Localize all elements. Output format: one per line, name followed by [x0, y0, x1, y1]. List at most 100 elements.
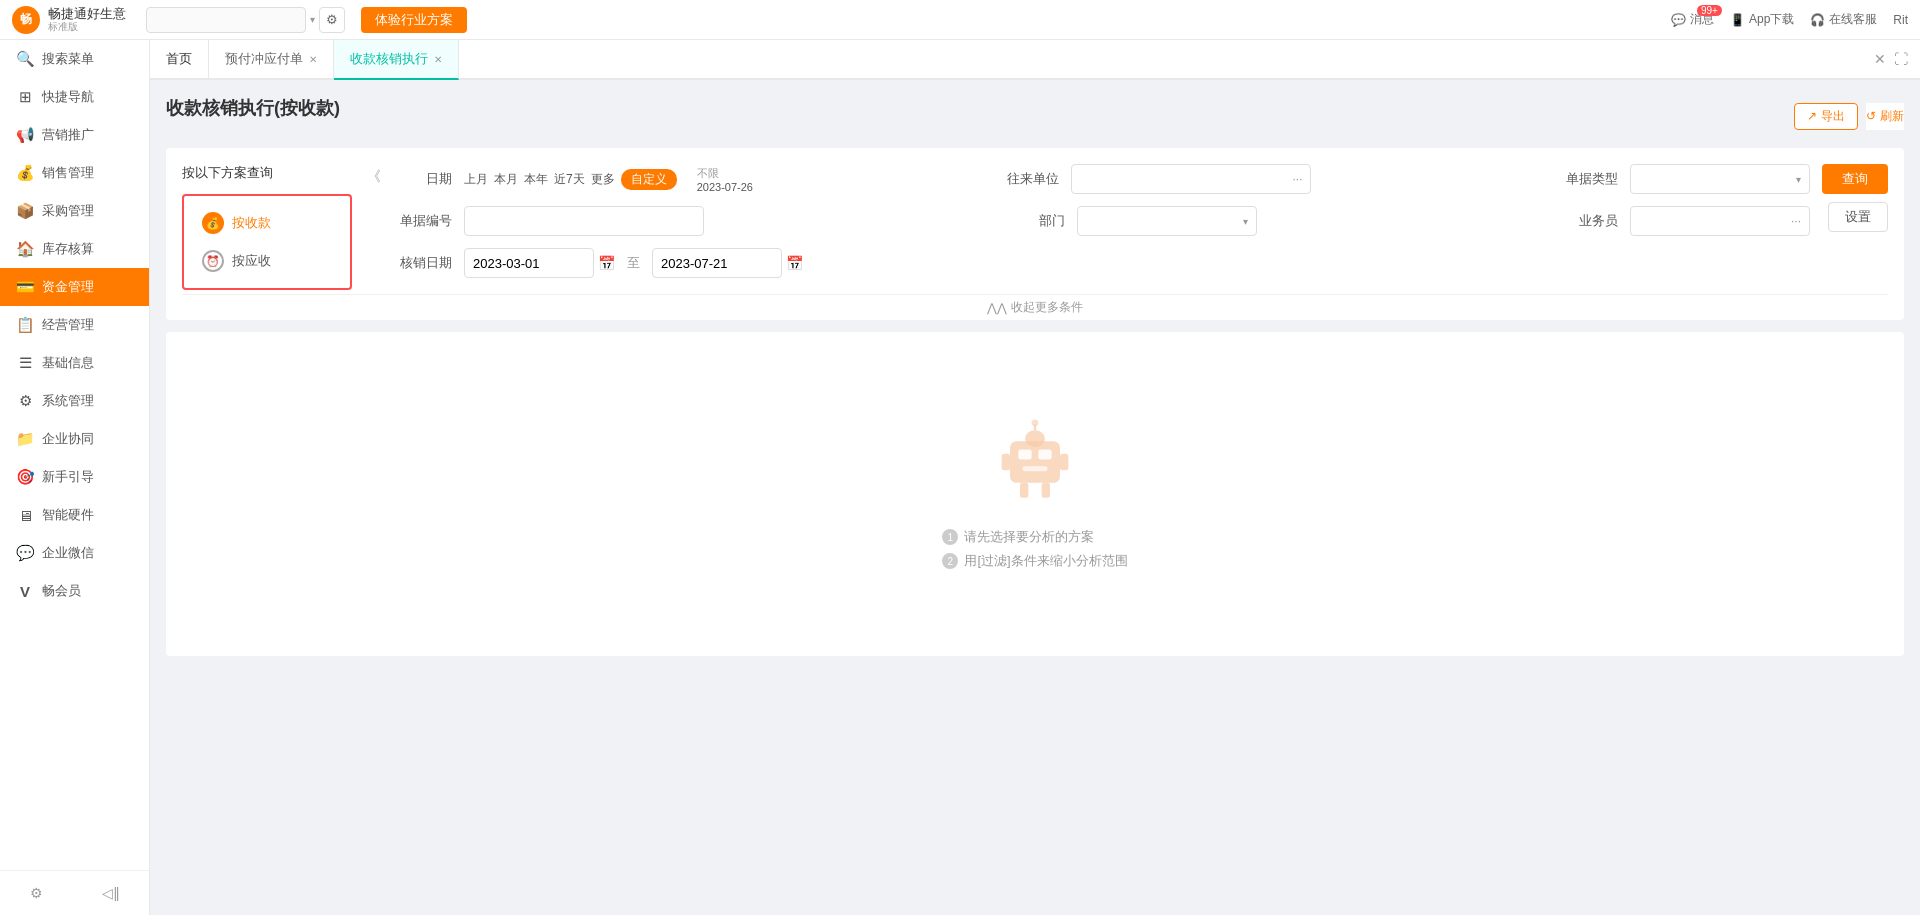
sidebar-collapse-btn[interactable]: ◁‖ [96, 879, 126, 907]
sidebar-item-purchase[interactable]: 📦 采购管理 [0, 192, 149, 230]
username-label: Rit [1893, 13, 1908, 27]
sidebar-item-sales[interactable]: 💰 销售管理 [0, 154, 149, 192]
sidebar-item-collab[interactable]: 📁 企业协同 [0, 420, 149, 458]
collapse-arrow[interactable]: 《 [364, 168, 384, 186]
date-this-month-btn[interactable]: 本月 [494, 171, 518, 188]
svg-rect-1 [1018, 450, 1031, 460]
dept-label: 部门 [1009, 212, 1065, 230]
verif-date-to-input[interactable] [652, 248, 782, 278]
sidebar-item-nav[interactable]: ⊞ 快捷导航 [0, 78, 149, 116]
tab-collection[interactable]: 收款核销执行 ✕ [334, 40, 459, 80]
topbar-search-input[interactable] [146, 7, 306, 33]
sidebar-item-finance[interactable]: 💳 资金管理 [0, 268, 149, 306]
service-icon: 🎧 [1810, 13, 1825, 27]
filter-option-by-receivable[interactable]: ⏰ 按应收 [192, 242, 342, 280]
filter-panel: 按以下方案查询 💰 按收款 ⏰ 按应收 [166, 148, 1904, 320]
message-badge: 99+ [1697, 5, 1722, 16]
date-last-month-btn[interactable]: 上月 [464, 171, 488, 188]
topbar: 畅 畅捷通好生意 标准版 ▾ ⚙ 体验行业方案 💬 消息 99+ 📱 App下载… [0, 0, 1920, 40]
export-icon: ↗ [1807, 109, 1817, 123]
sidebar-settings-btn[interactable]: ⚙ [24, 879, 49, 907]
query-button[interactable]: 查询 [1822, 164, 1888, 194]
user-profile[interactable]: Rit [1893, 13, 1908, 27]
date-more-btn[interactable]: 更多 [591, 171, 615, 188]
dept-selector[interactable]: ▾ [1077, 206, 1257, 236]
guide-icon: 🎯 [16, 468, 34, 486]
sidebar-item-member[interactable]: V 畅会员 [0, 572, 149, 610]
bill-type-arrow: ▾ [1796, 174, 1801, 185]
svg-rect-4 [1002, 454, 1010, 471]
sales-icon: 💰 [16, 164, 34, 182]
app-icon: 📱 [1730, 13, 1745, 27]
bill-type-selector[interactable]: ▾ [1630, 164, 1810, 194]
sidebar-item-system[interactable]: ⚙ 系统管理 [0, 382, 149, 420]
date-unlimited-label: 不限 [697, 166, 753, 181]
date-this-year-btn[interactable]: 本年 [524, 171, 548, 188]
empty-tip-2: 2 用[过滤]条件来缩小分析范围 [942, 552, 1127, 570]
counterparty-dots[interactable]: ··· [1292, 172, 1302, 186]
filter-option-by-receipt[interactable]: 💰 按收款 [192, 204, 342, 242]
purchase-icon: 📦 [16, 202, 34, 220]
verif-date-from-group: 📅 [464, 248, 615, 278]
verif-date-label: 核销日期 [396, 254, 452, 272]
bill-no-input[interactable] [464, 206, 704, 236]
filter-section-title: 按以下方案查询 [182, 164, 352, 182]
empty-illustration [985, 412, 1085, 512]
filter-settings-button[interactable]: 设置 [1828, 202, 1888, 232]
tab-prepay-close[interactable]: ✕ [309, 54, 317, 65]
sidebar-item-marketing[interactable]: 📢 营销推广 [0, 116, 149, 154]
filter-row-1: 日期 上月 本月 本年 近7天 更多 自定义 不限 2 [396, 164, 1810, 194]
verif-date-from-cal-icon[interactable]: 📅 [598, 255, 615, 271]
edition-label: 标准版 [48, 21, 126, 33]
tab-home[interactable]: 首页 [150, 40, 209, 79]
member-icon: V [16, 583, 34, 600]
export-button[interactable]: ↗ 导出 [1794, 103, 1858, 130]
svg-rect-0 [1010, 441, 1060, 483]
topbar-dropdown-icon[interactable]: ▾ [310, 14, 315, 25]
svg-point-8 [1025, 430, 1045, 447]
collapse-more-row: ⋀⋀ 收起更多条件 [182, 294, 1888, 320]
brand-name: 畅捷通好生意 [48, 6, 126, 22]
date-separator: 至 [627, 254, 640, 272]
tabbar-actions: ✕ ⛶ [1874, 51, 1920, 67]
topbar-left: 畅 畅捷通好生意 标准版 ▾ ⚙ 体验行业方案 [12, 6, 467, 34]
verif-date-to-group: 📅 [652, 248, 803, 278]
collapse-more-btn[interactable]: ⋀⋀ 收起更多条件 [182, 294, 1888, 320]
page-title: 收款核销执行(按收款) [166, 96, 340, 120]
bill-no-label: 单据编号 [396, 212, 452, 230]
staff-selector[interactable]: ··· [1630, 206, 1810, 236]
date-custom-btn[interactable]: 自定义 [621, 169, 677, 190]
staff-dots[interactable]: ··· [1791, 214, 1801, 228]
sidebar-item-search[interactable]: 🔍 搜索菜单 [0, 40, 149, 78]
verif-date-to-cal-icon[interactable]: 📅 [786, 255, 803, 271]
app-download-btn[interactable]: 📱 App下载 [1730, 11, 1794, 28]
tab-prepay[interactable]: 预付冲应付单 ✕ [209, 40, 334, 79]
date-7days-btn[interactable]: 近7天 [554, 171, 585, 188]
tab-close-all-icon[interactable]: ✕ [1874, 51, 1886, 67]
tab-expand-icon[interactable]: ⛶ [1894, 51, 1908, 67]
dept-arrow: ▾ [1243, 216, 1248, 227]
sidebar-item-inventory[interactable]: 🏠 库存核算 [0, 230, 149, 268]
filter-actions: 查询 设置 [1822, 164, 1888, 290]
sidebar-item-hardware[interactable]: 🖥 智能硬件 [0, 496, 149, 534]
verif-date-from-input[interactable] [464, 248, 594, 278]
refresh-button[interactable]: ↺ 刷新 [1866, 103, 1904, 130]
sidebar-bottom: ⚙ ◁‖ [0, 870, 149, 915]
collab-icon: 📁 [16, 430, 34, 448]
settings-icon[interactable]: ⚙ [319, 7, 345, 33]
sidebar-item-management[interactable]: 📋 经营管理 [0, 306, 149, 344]
counterparty-selector[interactable]: ··· [1071, 164, 1311, 194]
sidebar-item-basic-info[interactable]: ☰ 基础信息 [0, 344, 149, 382]
header-actions: ↗ 导出 ↺ 刷新 [1794, 103, 1904, 130]
basic-info-icon: ☰ [16, 354, 34, 372]
sidebar-item-wechat[interactable]: 💬 企业微信 [0, 534, 149, 572]
content-area: 首页 预付冲应付单 ✕ 收款核销执行 ✕ ✕ ⛶ 收款核销执行(按收款) [150, 40, 1920, 915]
online-service-btn[interactable]: 🎧 在线客服 [1810, 11, 1877, 28]
solution-button[interactable]: 体验行业方案 [361, 7, 467, 33]
sidebar-item-guide[interactable]: 🎯 新手引导 [0, 458, 149, 496]
date-from-label: 2023-07-26 [697, 181, 753, 193]
tab-collection-close[interactable]: ✕ [434, 54, 442, 65]
receivable-option-icon: ⏰ [202, 250, 224, 272]
message-btn[interactable]: 💬 消息 99+ [1671, 11, 1714, 28]
receipt-option-icon: 💰 [202, 212, 224, 234]
